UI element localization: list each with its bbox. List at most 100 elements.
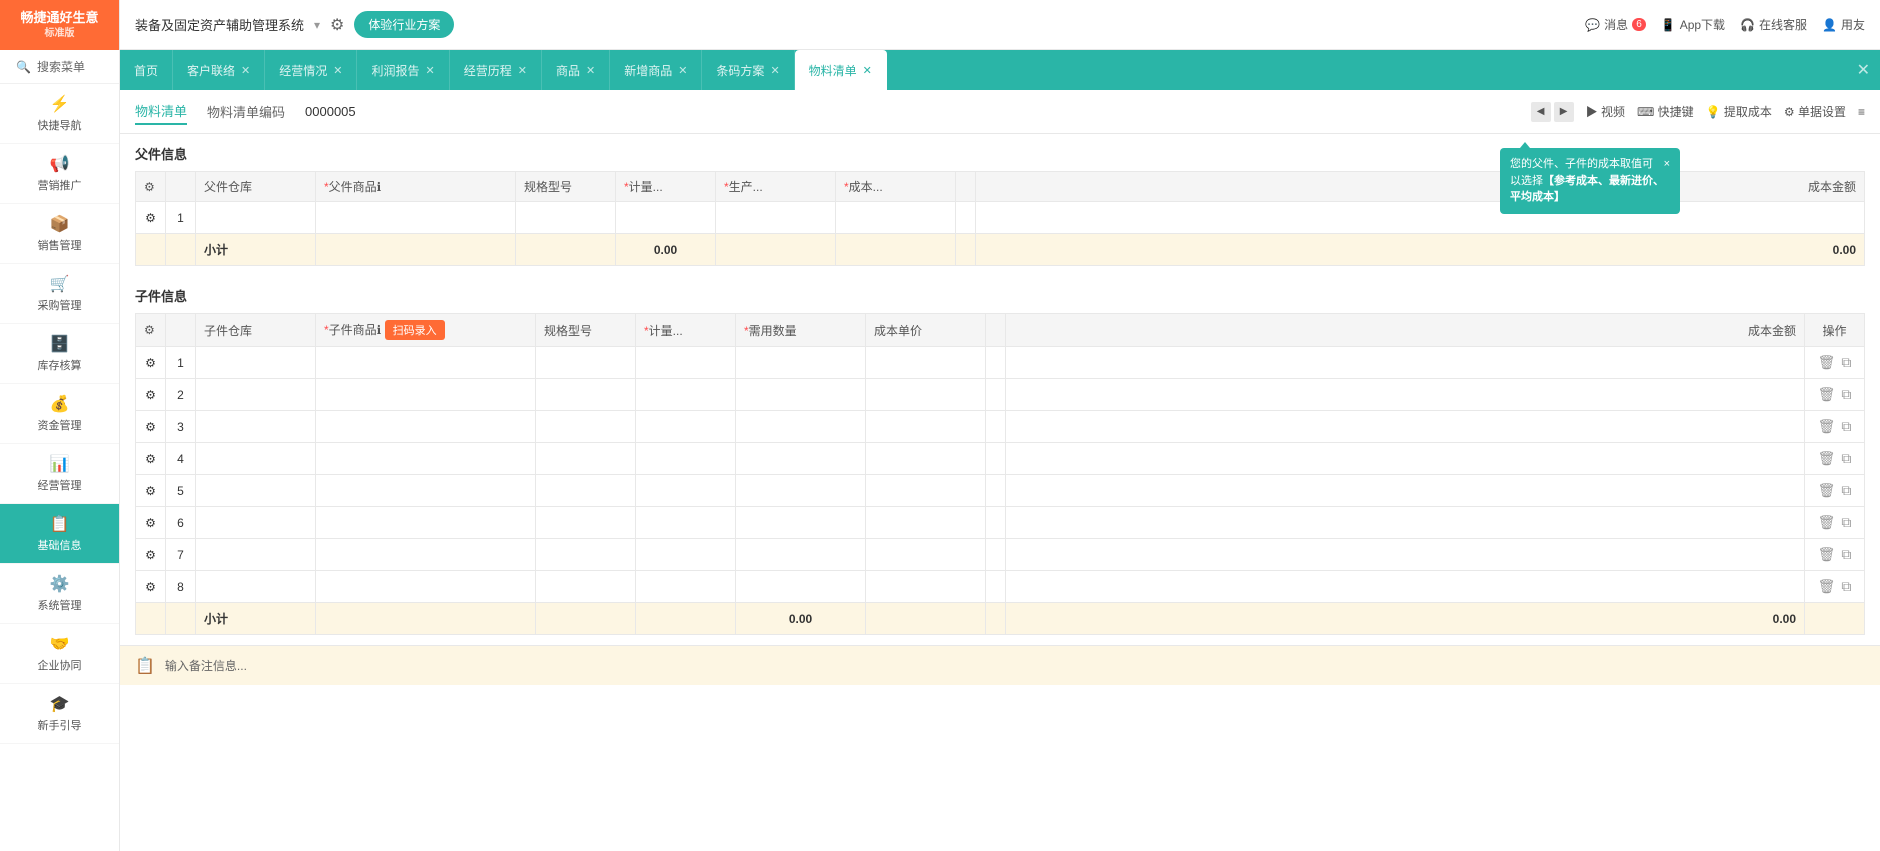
child-row2-needed-qty[interactable]	[736, 379, 866, 411]
copy-icon[interactable]: ⧉	[1841, 386, 1851, 403]
child-row4-goods[interactable]	[316, 443, 536, 475]
sidebar-item-purchase[interactable]: 🛒 采购管理	[0, 264, 119, 324]
parent-row1-warehouse[interactable]	[196, 202, 316, 234]
sidebar-item-basic-info[interactable]: 📋 基础信息	[0, 504, 119, 564]
sub-tab-bom-code[interactable]: 物料清单编码	[207, 99, 285, 124]
tab-goods-close[interactable]: ✕	[586, 64, 595, 77]
child-row1-qty[interactable]	[636, 347, 736, 379]
child-row3-goods[interactable]	[316, 411, 536, 443]
nav-next[interactable]: ▶	[1554, 102, 1574, 122]
single-setup-action[interactable]: ⚙ 单据设置	[1784, 103, 1846, 120]
parent-row1-produce[interactable]	[716, 202, 836, 234]
bottom-bar-hint[interactable]: 输入备注信息...	[165, 657, 247, 674]
child-row3-qty[interactable]	[636, 411, 736, 443]
child-row5-goods[interactable]	[316, 475, 536, 507]
child-row4-cost-price[interactable]	[866, 443, 986, 475]
child-row6-needed-qty[interactable]	[736, 507, 866, 539]
delete-icon[interactable]: 🗑	[1818, 386, 1836, 403]
copy-icon[interactable]: ⧉	[1841, 546, 1851, 563]
tab-home[interactable]: 首页	[120, 50, 173, 90]
child-row2-cost-price[interactable]	[866, 379, 986, 411]
tab-profit-close[interactable]: ✕	[426, 64, 435, 77]
child-row7-qty[interactable]	[636, 539, 736, 571]
nav-prev[interactable]: ◀	[1531, 102, 1551, 122]
delete-icon[interactable]: 🗑	[1818, 578, 1836, 595]
sidebar-item-marketing[interactable]: 📢 营销推广	[0, 144, 119, 204]
child-row2-spec[interactable]	[536, 379, 636, 411]
topbar-message[interactable]: 💬 消息 6	[1585, 16, 1646, 33]
delete-icon[interactable]: 🗑	[1818, 354, 1836, 371]
parent-row1-spec[interactable]	[516, 202, 616, 234]
child-row1-goods[interactable]	[316, 347, 536, 379]
delete-icon[interactable]: 🗑	[1818, 546, 1836, 563]
child-row1-cost-price[interactable]	[866, 347, 986, 379]
child-row6-goods[interactable]	[316, 507, 536, 539]
sidebar-item-operations[interactable]: 📊 经营管理	[0, 444, 119, 504]
child-row4-warehouse[interactable]	[196, 443, 316, 475]
child-row1-spec[interactable]	[536, 347, 636, 379]
view-toggle-icon[interactable]: ≡	[1858, 105, 1865, 119]
child-row4-qty[interactable]	[636, 443, 736, 475]
topbar-app[interactable]: 📱 App下载	[1661, 16, 1725, 33]
sidebar-item-guide[interactable]: 🎓 新手引导	[0, 684, 119, 744]
child-row3-cost-price[interactable]	[866, 411, 986, 443]
tab-customer-close[interactable]: ✕	[241, 64, 250, 77]
child-row2-qty[interactable]	[636, 379, 736, 411]
delete-icon[interactable]: 🗑	[1818, 418, 1836, 435]
child-row3-spec[interactable]	[536, 411, 636, 443]
tooltip-close-btn[interactable]: ×	[1664, 156, 1670, 173]
copy-icon[interactable]: ⧉	[1841, 578, 1851, 595]
topbar-gear-icon[interactable]: ⚙	[330, 15, 344, 35]
tab-profit[interactable]: 利润报告 ✕	[357, 50, 449, 90]
sidebar-item-search[interactable]: 🔍 搜索菜单	[0, 50, 119, 84]
sidebar-item-finance[interactable]: 💰 资金管理	[0, 384, 119, 444]
child-row6-warehouse[interactable]	[196, 507, 316, 539]
tab-new-goods-close[interactable]: ✕	[678, 64, 687, 77]
shortcut-action[interactable]: ⌨ 快捷键	[1637, 103, 1694, 120]
child-row5-spec[interactable]	[536, 475, 636, 507]
tab-bom-close[interactable]: ✕	[863, 64, 872, 77]
close-all-tabs[interactable]: ✕	[1847, 60, 1880, 80]
child-row8-cost-price[interactable]	[866, 571, 986, 603]
sidebar-item-inventory[interactable]: 🗄️ 库存核算	[0, 324, 119, 384]
child-row7-warehouse[interactable]	[196, 539, 316, 571]
child-row4-spec[interactable]	[536, 443, 636, 475]
sidebar-item-system[interactable]: ⚙️ 系统管理	[0, 564, 119, 624]
tab-goods[interactable]: 商品 ✕	[542, 50, 610, 90]
child-row6-spec[interactable]	[536, 507, 636, 539]
delete-icon[interactable]: 🗑	[1818, 450, 1836, 467]
child-row1-needed-qty[interactable]	[736, 347, 866, 379]
copy-icon[interactable]: ⧉	[1841, 418, 1851, 435]
child-row7-goods[interactable]	[316, 539, 536, 571]
child-row2-warehouse[interactable]	[196, 379, 316, 411]
parent-row1-qty[interactable]	[616, 202, 716, 234]
copy-icon[interactable]: ⧉	[1841, 450, 1851, 467]
child-row3-needed-qty[interactable]	[736, 411, 866, 443]
topbar-dropdown-arrow[interactable]: ▾	[314, 18, 320, 32]
sidebar-item-enterprise[interactable]: 🤝 企业协同	[0, 624, 119, 684]
child-row1-warehouse[interactable]	[196, 347, 316, 379]
delete-icon[interactable]: 🗑	[1818, 514, 1836, 531]
child-row8-goods[interactable]	[316, 571, 536, 603]
parent-row1-goods[interactable]	[316, 202, 516, 234]
child-row5-qty[interactable]	[636, 475, 736, 507]
tab-new-goods[interactable]: 新增商品 ✕	[610, 50, 702, 90]
tab-operation-status[interactable]: 经营情况 ✕	[265, 50, 357, 90]
scan-btn[interactable]: 扫码录入	[385, 320, 445, 340]
child-row6-cost-price[interactable]	[866, 507, 986, 539]
tab-barcode-close[interactable]: ✕	[770, 64, 779, 77]
child-row8-spec[interactable]	[536, 571, 636, 603]
child-row7-spec[interactable]	[536, 539, 636, 571]
child-row8-needed-qty[interactable]	[736, 571, 866, 603]
parent-row1-cost[interactable]	[836, 202, 956, 234]
child-row6-qty[interactable]	[636, 507, 736, 539]
tab-customer[interactable]: 客户联络 ✕	[173, 50, 265, 90]
extract-cost-action[interactable]: 💡 提取成本	[1706, 103, 1772, 120]
delete-icon[interactable]: 🗑	[1818, 482, 1836, 499]
child-row7-needed-qty[interactable]	[736, 539, 866, 571]
topbar-service[interactable]: 🎧 在线客服	[1740, 16, 1807, 33]
topbar-user[interactable]: 👤 用友	[1822, 16, 1865, 33]
child-row5-cost-price[interactable]	[866, 475, 986, 507]
child-row5-warehouse[interactable]	[196, 475, 316, 507]
tab-operation-history-close[interactable]: ✕	[518, 64, 527, 77]
